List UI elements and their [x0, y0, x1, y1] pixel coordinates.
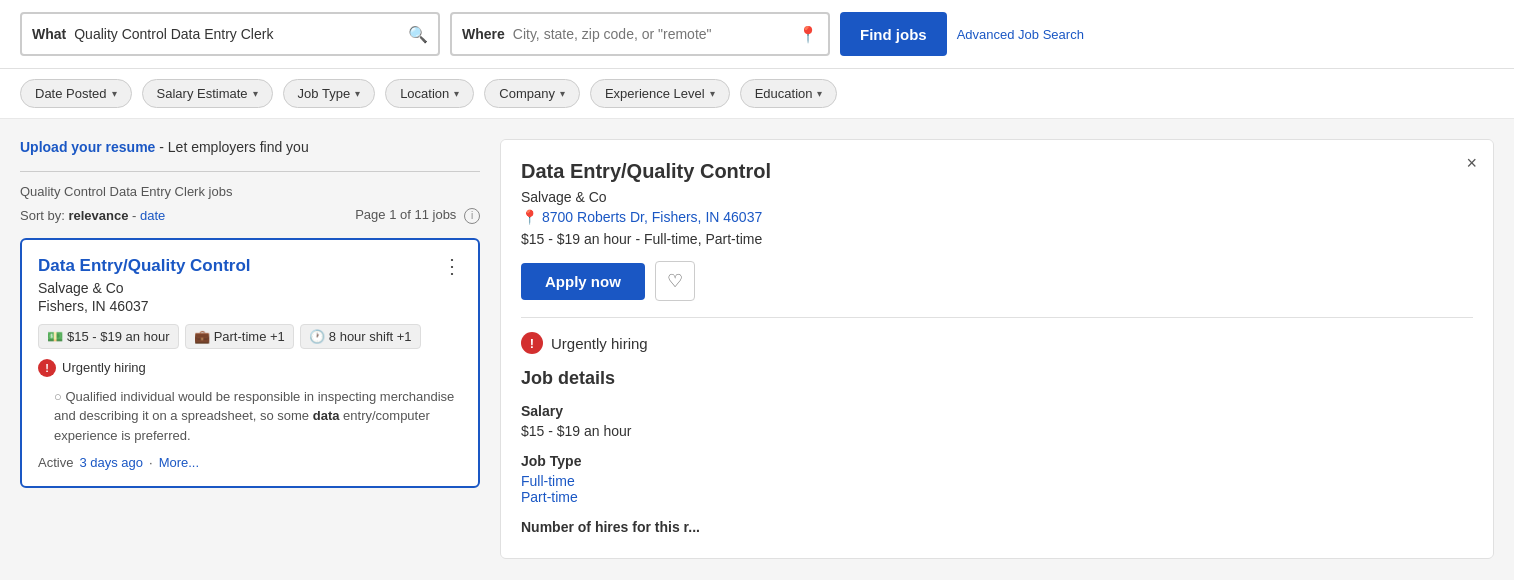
chevron-down-icon: ▾ — [454, 88, 459, 99]
search-bar: What 🔍 Where 📍 Find jobs Advanced Job Se… — [0, 0, 1514, 69]
chevron-down-icon: ▾ — [817, 88, 822, 99]
type-tag: 💼 Part-time +1 — [185, 324, 294, 349]
detail-divider — [521, 317, 1473, 318]
job-type-full-value: Full-time — [521, 473, 1473, 489]
job-type-field-label: Job Type — [521, 453, 1473, 469]
where-label: Where — [462, 26, 505, 42]
number-of-hires-label: Number of hires for this r... — [521, 519, 1473, 535]
close-button[interactable]: × — [1466, 154, 1477, 172]
jobs-search-label: Quality Control Data Entry Clerk jobs — [20, 184, 480, 199]
salary-field-label: Salary — [521, 403, 1473, 419]
urgently-hiring-detail-text: Urgently hiring — [551, 335, 648, 352]
job-type-field: Job Type Full-time Part-time — [521, 453, 1473, 505]
main-content: Upload your resume - Let employers find … — [0, 119, 1514, 580]
what-search-group: What 🔍 — [20, 12, 440, 56]
where-input[interactable] — [513, 26, 798, 42]
left-panel: Upload your resume - Let employers find … — [20, 139, 480, 560]
job-details-section: Job details Salary $15 - $19 an hour Job… — [521, 368, 1473, 535]
job-details-heading: Job details — [521, 368, 1473, 389]
filter-bar: Date Posted ▾ Salary Estimate ▾ Job Type… — [0, 69, 1514, 119]
detail-title: Data Entry/Quality Control — [521, 160, 1473, 183]
job-card[interactable]: Data Entry/Quality Control ⋮ Salvage & C… — [20, 238, 480, 489]
advanced-search-link[interactable]: Advanced Job Search — [957, 27, 1084, 42]
clock-icon: 🕐 — [309, 329, 325, 344]
urgently-hiring-icon: ! — [38, 359, 56, 377]
location-pin-icon: 📍 — [798, 25, 818, 44]
job-footer: Active 3 days ago · More... — [38, 455, 462, 470]
find-jobs-button[interactable]: Find jobs — [840, 12, 947, 56]
sort-left: Sort by: relevance - date — [20, 208, 165, 223]
urgently-hiring-text: Urgently hiring — [62, 360, 146, 375]
active-date-link[interactable]: 3 days ago — [79, 455, 143, 470]
where-search-group: Where 📍 — [450, 12, 830, 56]
salary-field: Salary $15 - $19 an hour — [521, 403, 1473, 439]
detail-company: Salvage & Co — [521, 189, 1473, 205]
location-icon: 📍 — [521, 209, 538, 225]
sort-date-link[interactable]: date — [140, 208, 165, 223]
filter-salary-estimate[interactable]: Salary Estimate ▾ — [142, 79, 273, 108]
job-description: Qualified individual would be responsibl… — [38, 387, 462, 446]
detail-salary: $15 - $19 an hour - Full-time, Part-time — [521, 231, 1473, 247]
shift-tag: 🕐 8 hour shift +1 — [300, 324, 421, 349]
job-card-title: Data Entry/Quality Control — [38, 256, 251, 276]
save-job-button[interactable]: ♡ — [655, 261, 695, 301]
salary-tag: 💵 $15 - $19 an hour — [38, 324, 179, 349]
urgently-hiring-detail-row: ! Urgently hiring — [521, 332, 1473, 354]
job-type-part-value: Part-time — [521, 489, 1473, 505]
job-tags: 💵 $15 - $19 an hour 💼 Part-time +1 🕐 8 h… — [38, 324, 462, 349]
menu-dots-icon[interactable]: ⋮ — [442, 256, 462, 276]
salary-field-value: $15 - $19 an hour — [521, 423, 1473, 439]
what-search-icon[interactable]: 🔍 — [408, 25, 428, 44]
filter-company[interactable]: Company ▾ — [484, 79, 580, 108]
sort-relevance: relevance — [68, 208, 128, 223]
chevron-down-icon: ▾ — [710, 88, 715, 99]
chevron-down-icon: ▾ — [355, 88, 360, 99]
filter-education[interactable]: Education ▾ — [740, 79, 838, 108]
briefcase-icon: 💼 — [194, 329, 210, 344]
job-description-item: Qualified individual would be responsibl… — [54, 387, 462, 446]
divider — [20, 171, 480, 172]
detail-location: 📍 8700 Roberts Dr, Fishers, IN 46037 — [521, 209, 1473, 225]
more-link[interactable]: More... — [159, 455, 199, 470]
chevron-down-icon: ▾ — [112, 88, 117, 99]
detail-actions: Apply now ♡ — [521, 261, 1473, 301]
filter-location[interactable]: Location ▾ — [385, 79, 474, 108]
right-panel: × Data Entry/Quality Control Salvage & C… — [500, 139, 1494, 559]
urgently-hiring-detail-icon: ! — [521, 332, 543, 354]
info-icon[interactable]: i — [464, 208, 480, 224]
filter-date-posted[interactable]: Date Posted ▾ — [20, 79, 132, 108]
page-info: Page 1 of 11 jobs i — [355, 207, 480, 224]
upload-resume-link[interactable]: Upload your resume — [20, 139, 155, 155]
sort-row: Sort by: relevance - date Page 1 of 11 j… — [20, 207, 480, 224]
number-of-hires-field: Number of hires for this r... — [521, 519, 1473, 535]
job-card-header: Data Entry/Quality Control ⋮ — [38, 256, 462, 276]
apply-now-button[interactable]: Apply now — [521, 263, 645, 300]
chevron-down-icon: ▾ — [560, 88, 565, 99]
what-label: What — [32, 26, 66, 42]
what-input[interactable] — [74, 26, 408, 42]
filter-job-type[interactable]: Job Type ▾ — [283, 79, 376, 108]
filter-experience-level[interactable]: Experience Level ▾ — [590, 79, 730, 108]
job-card-location: Fishers, IN 46037 — [38, 298, 462, 314]
chevron-down-icon: ▾ — [253, 88, 258, 99]
urgent-row: ! Urgently hiring — [38, 359, 462, 377]
upload-resume-banner: Upload your resume - Let employers find … — [20, 139, 480, 155]
job-card-company: Salvage & Co — [38, 280, 462, 296]
active-label: Active — [38, 455, 73, 470]
salary-icon: 💵 — [47, 329, 63, 344]
